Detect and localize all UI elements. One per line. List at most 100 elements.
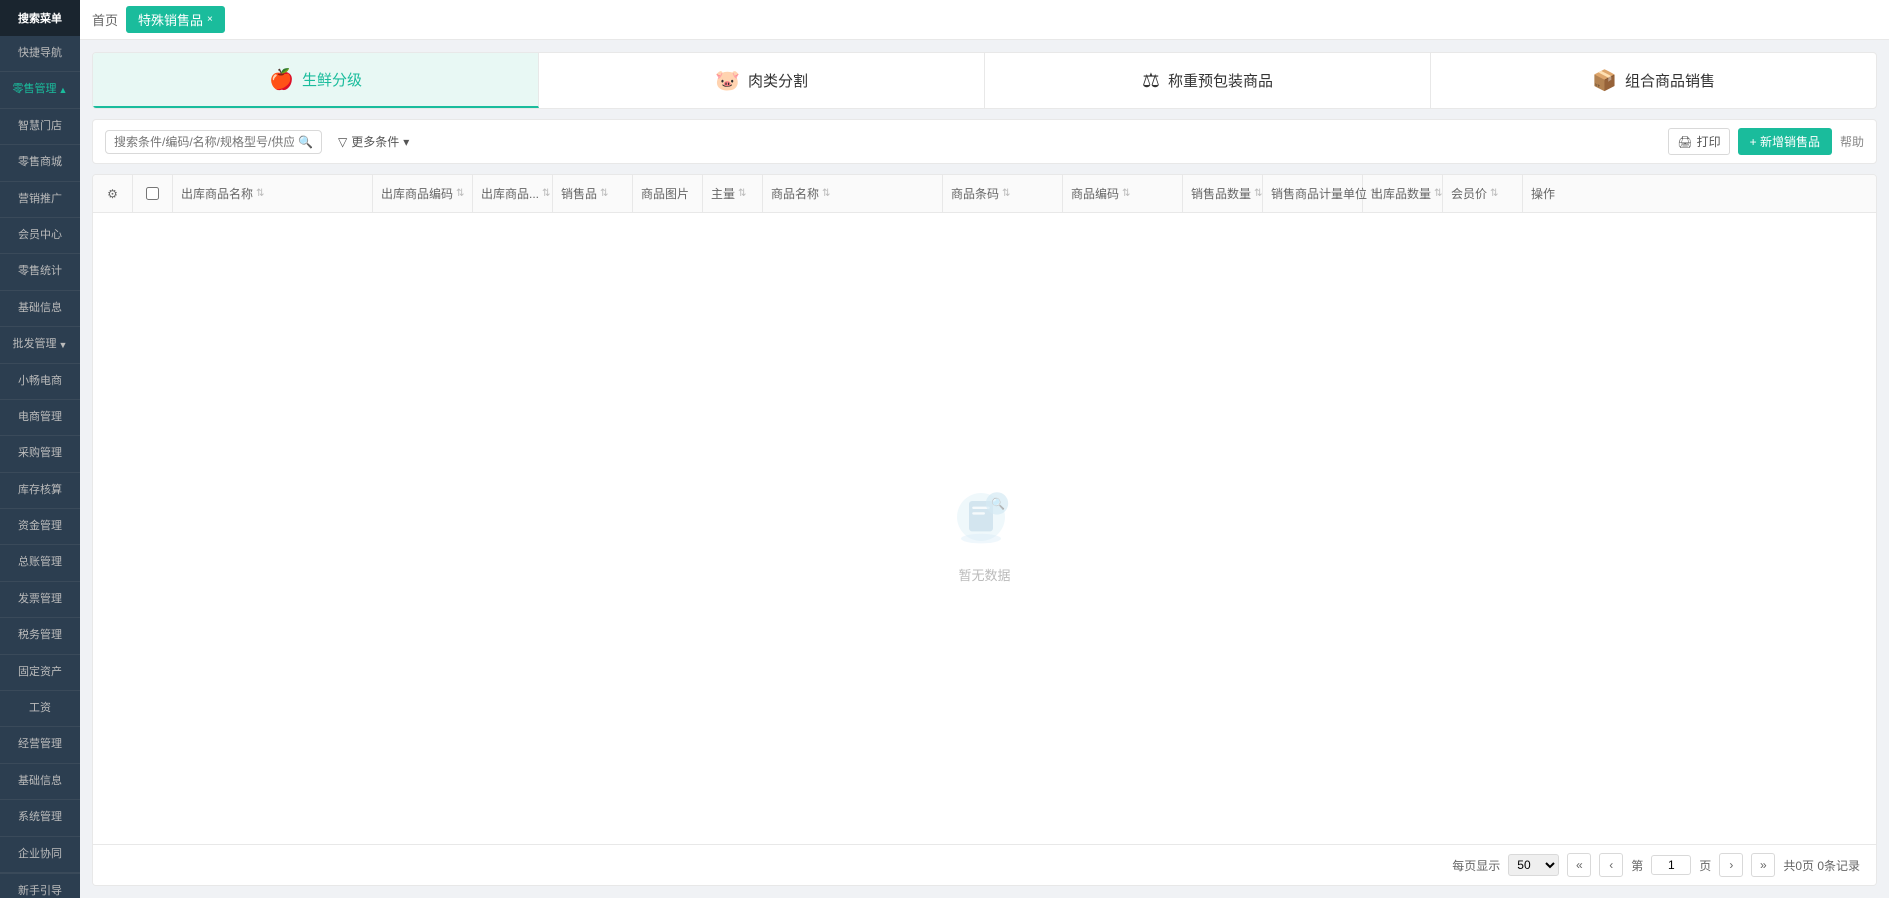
sidebar-item-inventory[interactable]: 库存核算 (0, 473, 80, 509)
th-goods-name[interactable]: 商品名称 ⇅ (763, 175, 943, 212)
th-goods-code[interactable]: 商品编码 ⇅ (1063, 175, 1183, 212)
th-sale-qty[interactable]: 销售品数量 ⇅ (1183, 175, 1263, 212)
th-goods-img: 商品图片 (633, 175, 703, 212)
th-out-name[interactable]: 出库商品名称 ⇅ (173, 175, 373, 212)
sidebar-item-purchase-mgmt[interactable]: 采购管理 (0, 436, 80, 472)
sidebar-item-sys-mgmt[interactable]: 系统管理 (0, 800, 80, 836)
sidebar-item-ledger-mgmt[interactable]: 总账管理 (0, 545, 80, 581)
empty-state: 🔍 暂无数据 (93, 213, 1876, 844)
cat-tab-combo-sale[interactable]: 📦 组合商品销售 (1431, 53, 1876, 108)
last-page-btn[interactable]: » (1751, 853, 1775, 877)
category-tabs: 🍎 生鲜分级 🐷 肉类分割 ⚖ 称重预包装商品 📦 组合商品销售 (92, 52, 1877, 109)
table-header: ⚙ 出库商品名称 ⇅ 出库商品编码 ⇅ 出库商品... ⇅ 销售品 (93, 175, 1876, 213)
toolbar-left: 🔍 ▽ 更多条件 ▾ (105, 129, 417, 154)
next-page-btn[interactable]: › (1719, 853, 1743, 877)
toolbar: 🔍 ▽ 更多条件 ▾ 🖨 打印 + 新增销售品 帮助 (92, 119, 1877, 164)
filter-btn[interactable]: ▽ 更多条件 ▾ (330, 129, 417, 154)
page-label: 第 (1631, 857, 1643, 874)
fresh-grade-icon: 🍎 (269, 67, 294, 92)
sort-goods-name-icon: ⇅ (822, 188, 830, 199)
page-input[interactable] (1651, 855, 1691, 875)
sort-sale-item-icon: ⇅ (600, 188, 608, 199)
sidebar-item-retail-mgmt[interactable]: 零售管理 ▲ (0, 72, 80, 108)
th-operation: 操作 (1523, 175, 1603, 212)
cat-tab-fresh-grade[interactable]: 🍎 生鲜分级 (93, 53, 539, 108)
th-checkbox[interactable] (133, 175, 173, 212)
page-size-label: 每页显示 (1452, 857, 1500, 874)
sidebar-item-smart-store[interactable]: 智慧门店 (0, 109, 80, 145)
cat-tab-weight-pack[interactable]: ⚖ 称重预包装商品 (985, 53, 1431, 108)
fresh-grade-label: 生鲜分级 (302, 69, 362, 90)
sidebar-item-biz-mgmt[interactable]: 经营管理 (0, 727, 80, 763)
sidebar-logo[interactable]: 搜索菜单 (0, 0, 80, 36)
th-vip-price[interactable]: 会员价 ⇅ (1443, 175, 1523, 212)
th-barcode[interactable]: 商品条码 ⇅ (943, 175, 1063, 212)
sidebar-item-wholesale-mgmt[interactable]: 批发管理 ▼ (0, 327, 80, 363)
th-out-code[interactable]: 出库商品编码 ⇅ (373, 175, 473, 212)
prev-page-btn[interactable]: ‹ (1599, 853, 1623, 877)
print-icon: 🖨 (1677, 135, 1692, 149)
sidebar-item-fixed-assets[interactable]: 固定资产 (0, 655, 80, 691)
tab-close-btn[interactable]: × (207, 14, 213, 25)
sidebar: 搜索菜单 快捷导航 零售管理 ▲ 智慧门店 零售商城 营销推广 会员中心 零售统… (0, 0, 80, 898)
th-out-qty[interactable]: 出库品数量 ⇅ (1363, 175, 1443, 212)
cat-tab-meat-cut[interactable]: 🐷 肉类分割 (539, 53, 985, 108)
search-icon: 🔍 (298, 135, 313, 149)
total-label: 共0页 0条记录 (1783, 857, 1860, 874)
help-btn[interactable]: 帮助 (1840, 133, 1864, 150)
th-out-spec[interactable]: 出库商品... ⇅ (473, 175, 553, 212)
help-label: 帮助 (1840, 135, 1864, 149)
th-sale-unit[interactable]: 销售商品计量单位 ⇅ (1263, 175, 1363, 212)
th-sale-item[interactable]: 销售品 ⇅ (553, 175, 633, 212)
table-container: ⚙ 出库商品名称 ⇅ 出库商品编码 ⇅ 出库商品... ⇅ 销售品 (92, 174, 1877, 886)
sidebar-item-new-guide[interactable]: 新手引导 (0, 874, 80, 898)
sidebar-item-biz-agreement[interactable]: 企业协同 (0, 837, 80, 873)
active-tab[interactable]: 特殊销售品 × (126, 6, 225, 33)
sidebar-item-ecom-mgmt[interactable]: 电商管理 (0, 400, 80, 436)
sidebar-item-basic-info2[interactable]: 基础信息 (0, 764, 80, 800)
filter-icon: ▽ (338, 135, 347, 149)
sidebar-item-invoice-mgmt[interactable]: 发票管理 (0, 582, 80, 618)
sidebar-item-quick-nav[interactable]: 快捷导航 (0, 36, 80, 72)
active-tab-label: 特殊销售品 (138, 10, 203, 29)
print-btn[interactable]: 🖨 打印 (1668, 128, 1729, 155)
sort-sale-qty-icon: ⇅ (1254, 188, 1262, 199)
search-box[interactable]: 🔍 (105, 130, 322, 154)
sidebar-item-fund-mgmt[interactable]: 资金管理 (0, 509, 80, 545)
sidebar-item-tax-mgmt[interactable]: 税务管理 (0, 618, 80, 654)
weight-pack-label: 称重预包装商品 (1168, 70, 1273, 91)
empty-icon: 🔍 (945, 473, 1025, 553)
sidebar-bottom: 新手引导 ⚙ (0, 873, 80, 898)
sort-out-spec-icon: ⇅ (542, 188, 550, 199)
breadcrumb-home[interactable]: 首页 (92, 10, 118, 29)
sidebar-item-retail-mall[interactable]: 零售商城 (0, 145, 80, 181)
sort-vip-price-icon: ⇅ (1490, 188, 1498, 199)
sidebar-item-basic-info[interactable]: 基础信息 (0, 291, 80, 327)
select-all-checkbox[interactable] (146, 187, 159, 200)
sidebar-item-salary[interactable]: 工资 (0, 691, 80, 727)
page-size-select[interactable]: 50 10 20 100 (1508, 854, 1559, 876)
sidebar-item-mini-ecom[interactable]: 小畅电商 (0, 364, 80, 400)
sidebar-item-marketing[interactable]: 营销推广 (0, 182, 80, 218)
wholesale-mgmt-arrow: ▼ (59, 339, 68, 352)
meat-cut-icon: 🐷 (715, 68, 740, 93)
th-settings[interactable]: ⚙ (93, 175, 133, 212)
retail-mgmt-arrow: ▲ (59, 84, 68, 97)
main-area: 首页 特殊销售品 × 🍎 生鲜分级 🐷 肉类分割 ⚖ 称重预包装商品 📦 组合商… (80, 0, 1889, 898)
sidebar-item-retail-stat[interactable]: 零售统计 (0, 254, 80, 290)
sort-weight-icon: ⇅ (738, 188, 746, 199)
print-label: 打印 (1697, 133, 1721, 150)
toolbar-right: 🖨 打印 + 新增销售品 帮助 (1668, 128, 1864, 155)
sort-out-qty-icon: ⇅ (1434, 188, 1442, 199)
top-bar: 首页 特殊销售品 × (80, 0, 1889, 40)
add-btn[interactable]: + 新增销售品 (1738, 128, 1832, 155)
combo-sale-label: 组合商品销售 (1625, 70, 1715, 91)
th-weight[interactable]: 主量 ⇅ (703, 175, 763, 212)
sidebar-item-member[interactable]: 会员中心 (0, 218, 80, 254)
add-label: + 新增销售品 (1750, 133, 1820, 150)
search-input[interactable] (114, 135, 294, 149)
svg-text:🔍: 🔍 (991, 496, 1005, 510)
first-page-btn[interactable]: « (1567, 853, 1591, 877)
empty-text: 暂无数据 (958, 565, 1010, 584)
sort-goods-code-icon: ⇅ (1122, 188, 1130, 199)
